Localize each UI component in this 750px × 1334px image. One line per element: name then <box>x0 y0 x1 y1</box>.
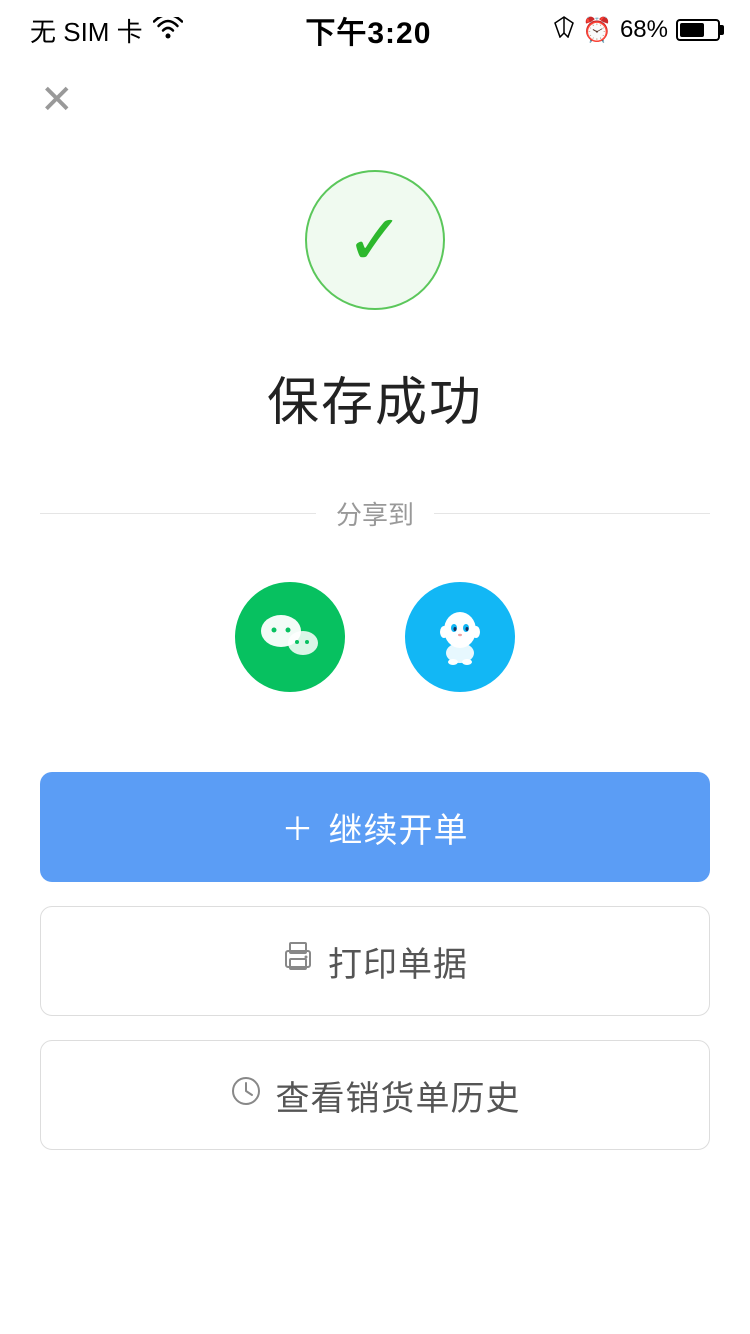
action-buttons: ＋ 继续开单 打印单据 查看销货单历史 <box>40 772 710 1150</box>
continue-order-button[interactable]: ＋ 继续开单 <box>40 772 710 882</box>
status-time: 下午3:20 <box>305 8 431 52</box>
battery-percent: 68% <box>620 16 668 44</box>
alarm-icon: ⏰ <box>582 16 612 45</box>
printer-icon <box>282 941 314 981</box>
qq-icon <box>435 608 485 666</box>
print-button[interactable]: 打印单据 <box>40 906 710 1016</box>
share-divider: 分享到 <box>40 495 710 532</box>
battery-icon <box>676 19 720 41</box>
location-icon <box>554 16 574 45</box>
status-right: ⏰ 68% <box>554 16 720 45</box>
wechat-icon <box>259 611 321 663</box>
qq-share-button[interactable] <box>405 582 515 692</box>
checkmark-icon: ✓ <box>346 205 405 275</box>
success-title: 保存成功 <box>267 360 483 435</box>
clock-icon <box>230 1075 262 1115</box>
success-icon-circle: ✓ <box>305 170 445 310</box>
status-left: 无 SIM 卡 <box>30 12 183 49</box>
plus-icon: ＋ <box>281 804 314 850</box>
print-label: 打印单据 <box>328 937 468 986</box>
share-label: 分享到 <box>336 495 414 532</box>
divider-line-left <box>40 513 316 514</box>
continue-order-label: 继续开单 <box>329 803 469 852</box>
divider-line-right <box>434 513 710 514</box>
close-button[interactable]: ✕ <box>40 80 710 120</box>
wifi-icon <box>153 15 183 46</box>
share-icons <box>235 582 515 692</box>
main-content: ✕ ✓ 保存成功 分享到 <box>0 60 750 1210</box>
history-button[interactable]: 查看销货单历史 <box>40 1040 710 1150</box>
close-icon: ✕ <box>40 80 74 120</box>
no-sim-text: 无 SIM 卡 <box>30 12 143 49</box>
wechat-share-button[interactable] <box>235 582 345 692</box>
history-label: 查看销货单历史 <box>276 1071 521 1120</box>
status-bar: 无 SIM 卡 下午3:20 ⏰ 68% <box>0 0 750 60</box>
